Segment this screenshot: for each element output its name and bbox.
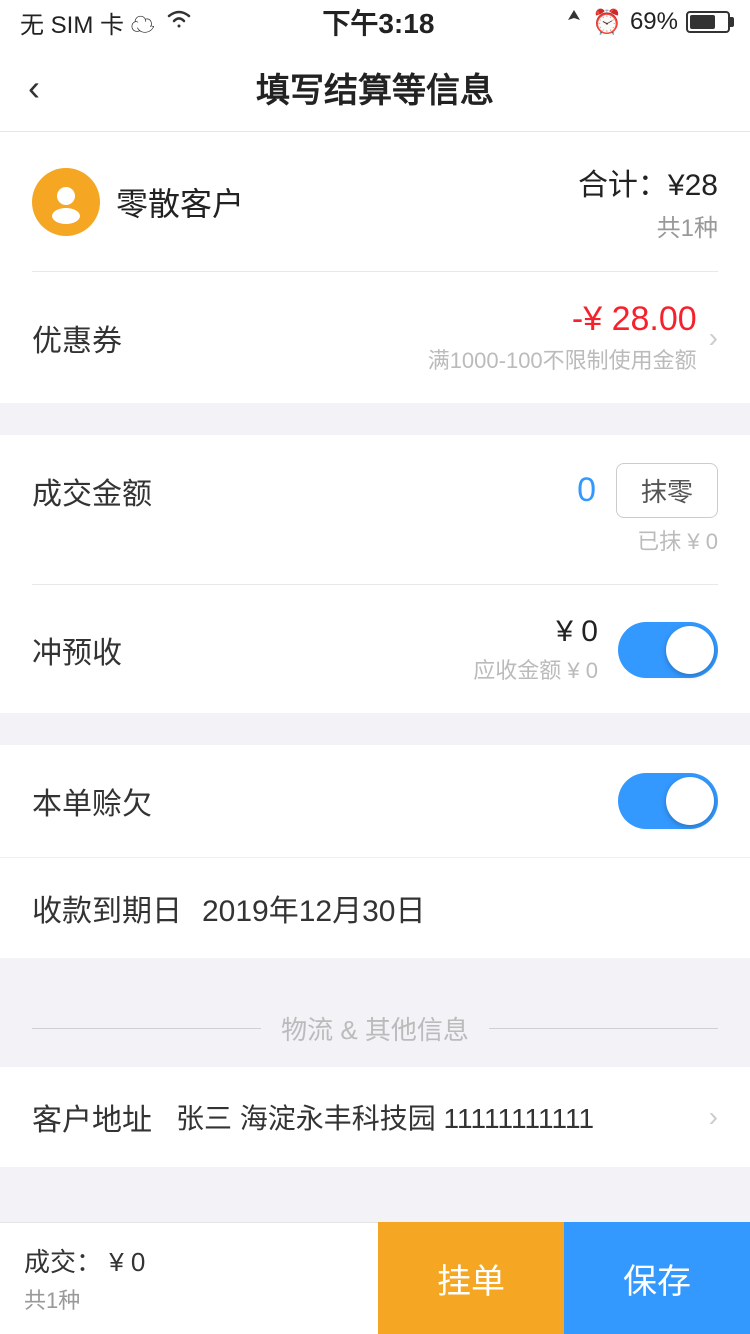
debt-toggle-knob	[666, 777, 714, 825]
location-icon	[564, 8, 584, 37]
section-sep-1	[0, 419, 750, 435]
customer-name: 零散客户	[116, 179, 244, 225]
bottom-summary: 成交： ¥ 0 共1种	[0, 1222, 378, 1334]
total-count: 共1种	[578, 208, 718, 243]
logistics-line-left	[32, 1028, 261, 1029]
round-button[interactable]: 抹零	[616, 463, 718, 518]
customer-right: 合计：¥28 共1种	[578, 160, 718, 243]
duedate-label: 收款到期日	[32, 886, 182, 930]
status-time: 下午3:18	[322, 2, 434, 42]
total-amount: 合计：¥28	[578, 160, 718, 204]
page-title: 填写结算等信息	[256, 63, 494, 112]
logistics-sep: 物流 & 其他信息	[0, 990, 750, 1067]
duedate-value: 2019年12月30日	[202, 886, 425, 930]
debt-section: 本单赊欠 收款到期日 2019年12月30日	[0, 745, 750, 958]
battery-label: 69%	[630, 8, 678, 36]
coupon-row[interactable]: 优惠券 -¥ 28.00 满1000-100不限制使用金额 ›	[0, 272, 750, 403]
customer-left: 零散客户	[32, 168, 244, 236]
debt-label: 本单赊欠	[32, 779, 152, 823]
prepay-receivable: 应收金额 ¥ 0	[473, 653, 598, 685]
prepay-toggle[interactable]	[618, 622, 718, 678]
coupon-label: 优惠券	[32, 316, 122, 360]
nav-bar: ‹ 填写结算等信息	[0, 44, 750, 132]
bottom-summary-count: 共1种	[24, 1283, 354, 1315]
status-left: 无 SIM 卡 ☁	[20, 5, 193, 40]
battery-icon	[686, 11, 730, 33]
address-value: 张三 海淀永丰科技园 11111111111	[176, 1097, 709, 1137]
transaction-amount[interactable]: 0	[577, 471, 596, 510]
coupon-desc: 满1000-100不限制使用金额	[428, 343, 697, 375]
prepay-row: 冲预收 ¥ 0 应收金额 ¥ 0	[0, 587, 750, 713]
coupon-right: -¥ 28.00 满1000-100不限制使用金额 ›	[428, 300, 718, 375]
customer-section: 零散客户 合计：¥28 共1种 优惠券 -¥ 28.00 满1000-100不限…	[0, 132, 750, 403]
logistics-line-right	[489, 1028, 718, 1029]
transaction-sub: 已抹 ¥ 0	[32, 524, 718, 556]
hold-button[interactable]: 挂单	[378, 1222, 564, 1334]
bottom-summary-label: 成交： ¥ 0	[24, 1242, 354, 1279]
toggle-knob	[666, 626, 714, 674]
address-section: 客户地址 张三 海淀永丰科技园 11111111111 ›	[0, 1067, 750, 1167]
debt-row: 本单赊欠	[0, 745, 750, 857]
section-sep-2	[0, 729, 750, 745]
content: 零散客户 合计：¥28 共1种 优惠券 -¥ 28.00 满1000-100不限…	[0, 132, 750, 1303]
duedate-row: 收款到期日 2019年12月30日	[0, 857, 750, 958]
coupon-discount: -¥ 28.00	[428, 300, 697, 339]
prepay-amount-block: ¥ 0 应收金额 ¥ 0	[473, 615, 598, 685]
address-chevron-icon: ›	[709, 1101, 718, 1133]
prepay-amount: ¥ 0	[473, 615, 598, 649]
back-button[interactable]: ‹	[28, 67, 40, 109]
customer-row: 零散客户 合计：¥28 共1种	[0, 132, 750, 271]
transaction-label: 成交金额	[32, 469, 152, 513]
logistics-title: 物流 & 其他信息	[261, 1010, 489, 1047]
transaction-right: 0 抹零	[577, 463, 718, 518]
address-label: 客户地址	[32, 1095, 152, 1139]
address-row[interactable]: 客户地址 张三 海淀永丰科技园 11111111111 ›	[0, 1067, 750, 1167]
prepay-right: ¥ 0 应收金额 ¥ 0	[473, 615, 718, 685]
transaction-row: 成交金额 0 抹零	[32, 463, 718, 518]
alarm-icon: ⏰	[592, 8, 622, 37]
coupon-value-block: -¥ 28.00 满1000-100不限制使用金额	[428, 300, 697, 375]
save-button[interactable]: 保存	[564, 1222, 750, 1334]
bottom-bar: 成交： ¥ 0 共1种 挂单 保存	[0, 1222, 750, 1334]
transaction-section: 成交金额 0 抹零 已抹 ¥ 0 冲预收 ¥ 0 应收金额 ¥ 0	[0, 435, 750, 713]
debt-toggle[interactable]	[618, 773, 718, 829]
status-bar: 无 SIM 卡 ☁ 下午3:18 ⏰ 69%	[0, 0, 750, 44]
sim-label: 无 SIM 卡 ☁	[20, 5, 155, 40]
prepay-label: 冲预收	[32, 628, 122, 672]
chevron-right-icon: ›	[709, 322, 718, 354]
customer-avatar	[32, 168, 100, 236]
transaction-row-container: 成交金额 0 抹零 已抹 ¥ 0	[0, 435, 750, 584]
wifi-icon	[165, 8, 193, 36]
section-sep-3	[0, 974, 750, 990]
status-right: ⏰ 69%	[564, 8, 730, 37]
